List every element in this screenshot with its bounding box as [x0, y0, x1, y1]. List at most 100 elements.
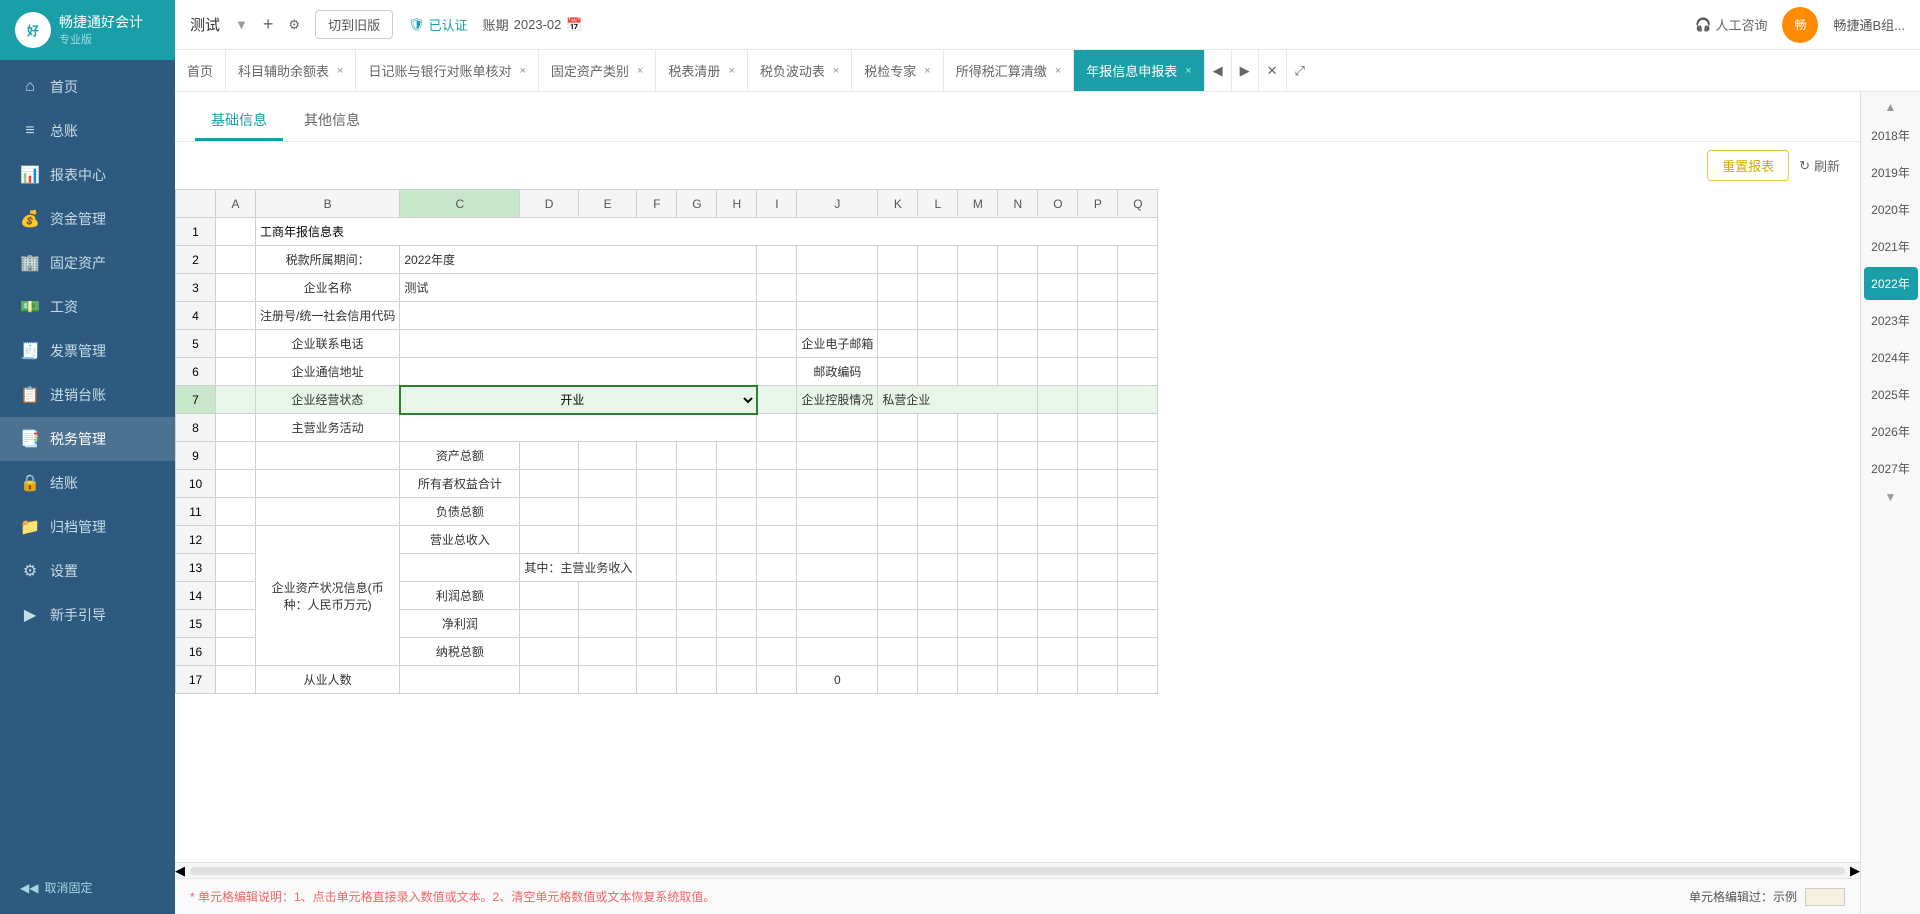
year-item-2025[interactable]: 2025年	[1864, 378, 1918, 411]
title-dropdown-icon[interactable]: ▼	[235, 17, 248, 32]
sidebar-item-funds[interactable]: 💰资金管理	[0, 197, 175, 241]
tab-bank-close[interactable]: ×	[519, 65, 525, 77]
year-item-2027[interactable]: 2027年	[1864, 452, 1918, 485]
tab-close-all-button[interactable]: ✕	[1259, 50, 1287, 92]
cell-7-k[interactable]: 私营企业	[878, 386, 1038, 414]
cell-15-d[interactable]	[520, 610, 579, 638]
year-panel-up-button[interactable]: ▲	[1882, 97, 1900, 117]
tab-taxlist[interactable]: 税表清册 ×	[656, 50, 747, 92]
tab-bank[interactable]: 日记账与银行对账单核对 ×	[356, 50, 538, 92]
scroll-right-btn[interactable]: ▶	[1850, 863, 1860, 879]
tab-assets-close[interactable]: ×	[637, 65, 643, 77]
tab-yearreport[interactable]: 年报信息申报表 ×	[1074, 50, 1204, 92]
sidebar-item-invoice[interactable]: 🧾发票管理	[0, 329, 175, 373]
sidebar-item-payroll[interactable]: 💵工资	[0, 285, 175, 329]
add-workspace-button[interactable]: +	[263, 14, 274, 35]
sub-tab-basic[interactable]: 基础信息	[195, 102, 283, 141]
tab-incometax-close[interactable]: ×	[1055, 65, 1061, 77]
col-header-h[interactable]: H	[717, 190, 757, 218]
switch-version-button[interactable]: 切到旧版	[315, 10, 393, 39]
year-item-2024[interactable]: 2024年	[1864, 341, 1918, 374]
cell-2-c[interactable]: 2022年度	[400, 246, 757, 274]
cell-16-d[interactable]	[520, 638, 579, 666]
sidebar-item-archive[interactable]: 📁归档管理	[0, 505, 175, 549]
col-header-o[interactable]: O	[1038, 190, 1078, 218]
year-item-2020[interactable]: 2020年	[1864, 193, 1918, 226]
tab-taxcheck-close[interactable]: ×	[924, 65, 930, 77]
col-header-j[interactable]: J	[797, 190, 878, 218]
year-item-2026[interactable]: 2026年	[1864, 415, 1918, 448]
sidebar-item-reports[interactable]: 📊报表中心	[0, 153, 175, 197]
tab-next-button[interactable]: ▶	[1232, 50, 1259, 92]
cell-13-f[interactable]	[637, 554, 677, 582]
col-header-d[interactable]: D	[520, 190, 579, 218]
sidebar-item-home[interactable]: ⌂首页	[0, 65, 175, 109]
cell-17-j[interactable]: 0	[797, 666, 878, 694]
col-header-b[interactable]: B	[256, 190, 400, 218]
cell-8-c[interactable]	[400, 414, 757, 442]
spreadsheet-scroll[interactable]: A B C D E F G H I J	[175, 189, 1860, 862]
reset-report-button[interactable]: 重置报表	[1707, 150, 1789, 181]
cell-5-c[interactable]	[400, 330, 757, 358]
business-status-select[interactable]: 开业 注销 吊销 撤销 迁出	[401, 392, 756, 408]
col-header-l[interactable]: L	[918, 190, 958, 218]
calendar-icon[interactable]: 📅	[566, 17, 582, 33]
customer-service-button[interactable]: 🎧 人工咨询	[1695, 15, 1767, 34]
tab-home[interactable]: 首页	[175, 50, 226, 92]
sidebar-item-tax[interactable]: 📑税务管理	[0, 417, 175, 461]
sidebar-item-ledger[interactable]: ≡总账	[0, 109, 175, 153]
cell-6-c[interactable]	[400, 358, 757, 386]
tab-taxlist-close[interactable]: ×	[728, 65, 734, 77]
cell-9-d[interactable]	[520, 442, 579, 470]
col-header-m[interactable]: M	[958, 190, 998, 218]
col-header-c[interactable]: C	[400, 190, 520, 218]
settings-icon[interactable]: ⚙	[288, 17, 300, 33]
sidebar-item-assets[interactable]: 🏢固定资产	[0, 241, 175, 285]
col-header-e[interactable]: E	[578, 190, 637, 218]
col-header-g[interactable]: G	[677, 190, 717, 218]
col-header-f[interactable]: F	[637, 190, 677, 218]
collapse-button[interactable]: ◀◀ 取消固定	[10, 871, 165, 904]
tab-assets[interactable]: 固定资产类别 ×	[539, 50, 656, 92]
year-item-2018[interactable]: 2018年	[1864, 119, 1918, 152]
cell-14-d[interactable]	[520, 582, 579, 610]
horizontal-scrollbar[interactable]: ◀ ▶	[175, 862, 1860, 878]
col-header-n[interactable]: N	[998, 190, 1038, 218]
tab-incometax[interactable]: 所得税汇算清缴 ×	[944, 50, 1074, 92]
tab-taxwave-close[interactable]: ×	[833, 65, 839, 77]
tab-taxcheck[interactable]: 税检专家 ×	[852, 50, 943, 92]
cell-6-k[interactable]	[878, 358, 918, 386]
tab-expand-button[interactable]: ⤢	[1287, 50, 1313, 92]
year-item-2021[interactable]: 2021年	[1864, 230, 1918, 263]
cell-12-d[interactable]	[520, 526, 579, 554]
cell-4-c[interactable]	[400, 302, 757, 330]
cell-10-d[interactable]	[520, 470, 579, 498]
tab-prev-button[interactable]: ◀	[1205, 50, 1232, 92]
user-avatar[interactable]: 畅	[1782, 7, 1818, 43]
sub-tab-other[interactable]: 其他信息	[288, 102, 376, 141]
col-header-k[interactable]: K	[878, 190, 918, 218]
cell-3-c[interactable]: 测试	[400, 274, 757, 302]
year-panel-down-button[interactable]: ▼	[1882, 487, 1900, 507]
tab-taxwave[interactable]: 税负波动表 ×	[748, 50, 852, 92]
tab-aux-close[interactable]: ×	[337, 65, 343, 77]
sidebar-item-settings[interactable]: ⚙设置	[0, 549, 175, 593]
col-header-i[interactable]: I	[757, 190, 797, 218]
cell-7-c[interactable]: 开业 注销 吊销 撤销 迁出	[400, 386, 757, 414]
scroll-track[interactable]	[190, 867, 1845, 875]
sidebar-item-close[interactable]: 🔒结账	[0, 461, 175, 505]
cell-5-k[interactable]	[878, 330, 918, 358]
col-header-q[interactable]: Q	[1118, 190, 1158, 218]
sidebar-item-guide[interactable]: ▶新手引导	[0, 593, 175, 637]
scroll-left-btn[interactable]: ◀	[175, 863, 185, 879]
year-item-2019[interactable]: 2019年	[1864, 156, 1918, 189]
tab-aux[interactable]: 科目辅助余额表 ×	[226, 50, 356, 92]
year-item-2023[interactable]: 2023年	[1864, 304, 1918, 337]
tab-yearreport-close[interactable]: ×	[1185, 65, 1191, 77]
refresh-button[interactable]: ↻ 刷新	[1799, 156, 1840, 175]
year-item-2022[interactable]: 2022年	[1864, 267, 1918, 300]
sidebar-item-purchase[interactable]: 📋进销台账	[0, 373, 175, 417]
cell-11-d[interactable]	[520, 498, 579, 526]
col-header-a[interactable]: A	[216, 190, 256, 218]
col-header-p[interactable]: P	[1078, 190, 1118, 218]
